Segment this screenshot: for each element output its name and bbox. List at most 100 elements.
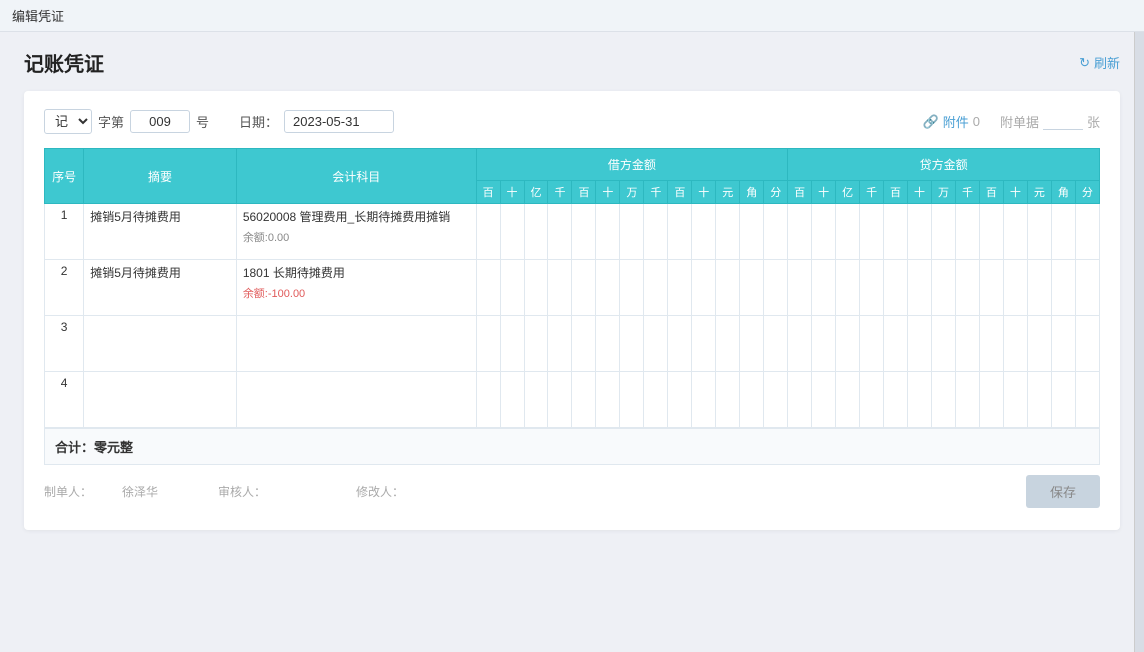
cell-amount-digit[interactable] xyxy=(548,372,572,428)
cell-amount-digit[interactable] xyxy=(812,316,836,372)
cell-amount-digit[interactable] xyxy=(979,260,1003,316)
cell-amount-digit[interactable] xyxy=(979,204,1003,260)
cell-amount-digit[interactable] xyxy=(860,372,884,428)
cell-amount-digit[interactable] xyxy=(740,316,764,372)
cell-subject[interactable] xyxy=(236,372,476,428)
cell-amount-digit[interactable] xyxy=(1051,204,1075,260)
cell-amount-digit[interactable] xyxy=(764,204,788,260)
cell-amount-digit[interactable] xyxy=(500,204,524,260)
cell-amount-digit[interactable] xyxy=(668,260,692,316)
cell-amount-digit[interactable] xyxy=(908,316,932,372)
cell-amount-digit[interactable] xyxy=(500,316,524,372)
cell-amount-digit[interactable] xyxy=(620,372,644,428)
cell-amount-digit[interactable] xyxy=(740,260,764,316)
cell-amount-digit[interactable] xyxy=(884,372,908,428)
cell-amount-digit[interactable] xyxy=(1027,316,1051,372)
cell-amount-digit[interactable] xyxy=(524,204,548,260)
cell-amount-digit[interactable] xyxy=(764,372,788,428)
cell-amount-digit[interactable] xyxy=(955,372,979,428)
cell-amount-digit[interactable] xyxy=(692,316,716,372)
cell-amount-digit[interactable] xyxy=(1027,372,1051,428)
cell-amount-digit[interactable] xyxy=(740,372,764,428)
cell-amount-digit[interactable] xyxy=(812,260,836,316)
cell-amount-digit[interactable] xyxy=(716,316,740,372)
cell-amount-digit[interactable] xyxy=(548,260,572,316)
cell-amount-digit[interactable] xyxy=(1075,372,1099,428)
cell-amount-digit[interactable] xyxy=(500,372,524,428)
refresh-button[interactable]: ↻ 刷新 xyxy=(1079,53,1120,72)
cell-amount-digit[interactable] xyxy=(860,204,884,260)
attachment-label[interactable]: 附件 xyxy=(943,112,969,131)
cell-amount-digit[interactable] xyxy=(1003,372,1027,428)
cell-amount-digit[interactable] xyxy=(692,372,716,428)
cell-amount-digit[interactable] xyxy=(596,204,620,260)
cell-amount-digit[interactable] xyxy=(836,204,860,260)
cell-amount-digit[interactable] xyxy=(884,204,908,260)
cell-amount-digit[interactable] xyxy=(979,316,1003,372)
cell-amount-digit[interactable] xyxy=(692,204,716,260)
cell-amount-digit[interactable] xyxy=(860,316,884,372)
cell-amount-digit[interactable] xyxy=(476,372,500,428)
cell-amount-digit[interactable] xyxy=(931,204,955,260)
cell-amount-digit[interactable] xyxy=(1003,260,1027,316)
cell-amount-digit[interactable] xyxy=(716,204,740,260)
cell-amount-digit[interactable] xyxy=(500,260,524,316)
cell-amount-digit[interactable] xyxy=(1003,204,1027,260)
cell-amount-digit[interactable] xyxy=(1027,260,1051,316)
cell-amount-digit[interactable] xyxy=(716,260,740,316)
cell-amount-digit[interactable] xyxy=(620,316,644,372)
cell-amount-digit[interactable] xyxy=(668,316,692,372)
cell-amount-digit[interactable] xyxy=(931,372,955,428)
table-row[interactable]: 1摊销5月待摊费用56020008 管理费用_长期待摊费用摊销余额:0.00 xyxy=(45,204,1100,260)
cell-amount-digit[interactable] xyxy=(812,204,836,260)
cell-amount-digit[interactable] xyxy=(620,260,644,316)
cell-amount-digit[interactable] xyxy=(548,204,572,260)
cell-amount-digit[interactable] xyxy=(1051,372,1075,428)
cell-amount-digit[interactable] xyxy=(931,260,955,316)
cell-amount-digit[interactable] xyxy=(668,204,692,260)
cell-amount-digit[interactable] xyxy=(908,260,932,316)
voucher-type-select[interactable]: 记 收 付 转 xyxy=(44,109,92,134)
cell-amount-digit[interactable] xyxy=(979,372,1003,428)
cell-amount-digit[interactable] xyxy=(955,316,979,372)
table-row[interactable]: 3 xyxy=(45,316,1100,372)
cell-subject[interactable]: 1801 长期待摊费用余额:-100.00 xyxy=(236,260,476,316)
cell-amount-digit[interactable] xyxy=(548,316,572,372)
scrollbar[interactable] xyxy=(1134,32,1144,652)
cell-amount-digit[interactable] xyxy=(476,316,500,372)
cell-amount-digit[interactable] xyxy=(596,372,620,428)
cell-amount-digit[interactable] xyxy=(955,204,979,260)
cell-amount-digit[interactable] xyxy=(596,260,620,316)
cell-amount-digit[interactable] xyxy=(1075,316,1099,372)
cell-summary[interactable]: 摊销5月待摊费用 xyxy=(84,260,237,316)
voucher-number-input[interactable] xyxy=(130,110,190,133)
zhang-input[interactable] xyxy=(1043,114,1083,130)
cell-amount-digit[interactable] xyxy=(644,372,668,428)
cell-amount-digit[interactable] xyxy=(716,372,740,428)
cell-amount-digit[interactable] xyxy=(644,204,668,260)
cell-amount-digit[interactable] xyxy=(908,204,932,260)
cell-amount-digit[interactable] xyxy=(572,260,596,316)
cell-amount-digit[interactable] xyxy=(692,260,716,316)
cell-amount-digit[interactable] xyxy=(931,316,955,372)
cell-amount-digit[interactable] xyxy=(620,204,644,260)
cell-subject[interactable] xyxy=(236,316,476,372)
cell-amount-digit[interactable] xyxy=(668,372,692,428)
cell-summary[interactable]: 摊销5月待摊费用 xyxy=(84,204,237,260)
cell-amount-digit[interactable] xyxy=(812,372,836,428)
cell-amount-digit[interactable] xyxy=(1075,260,1099,316)
cell-amount-digit[interactable] xyxy=(955,260,979,316)
table-row[interactable]: 2摊销5月待摊费用1801 长期待摊费用余额:-100.00 xyxy=(45,260,1100,316)
cell-amount-digit[interactable] xyxy=(908,372,932,428)
cell-amount-digit[interactable] xyxy=(572,316,596,372)
cell-summary[interactable] xyxy=(84,372,237,428)
table-row[interactable]: 4 xyxy=(45,372,1100,428)
cell-amount-digit[interactable] xyxy=(836,316,860,372)
cell-amount-digit[interactable] xyxy=(884,260,908,316)
cell-amount-digit[interactable] xyxy=(788,260,812,316)
cell-amount-digit[interactable] xyxy=(788,372,812,428)
cell-amount-digit[interactable] xyxy=(524,372,548,428)
cell-amount-digit[interactable] xyxy=(644,260,668,316)
cell-amount-digit[interactable] xyxy=(572,372,596,428)
cell-amount-digit[interactable] xyxy=(476,260,500,316)
